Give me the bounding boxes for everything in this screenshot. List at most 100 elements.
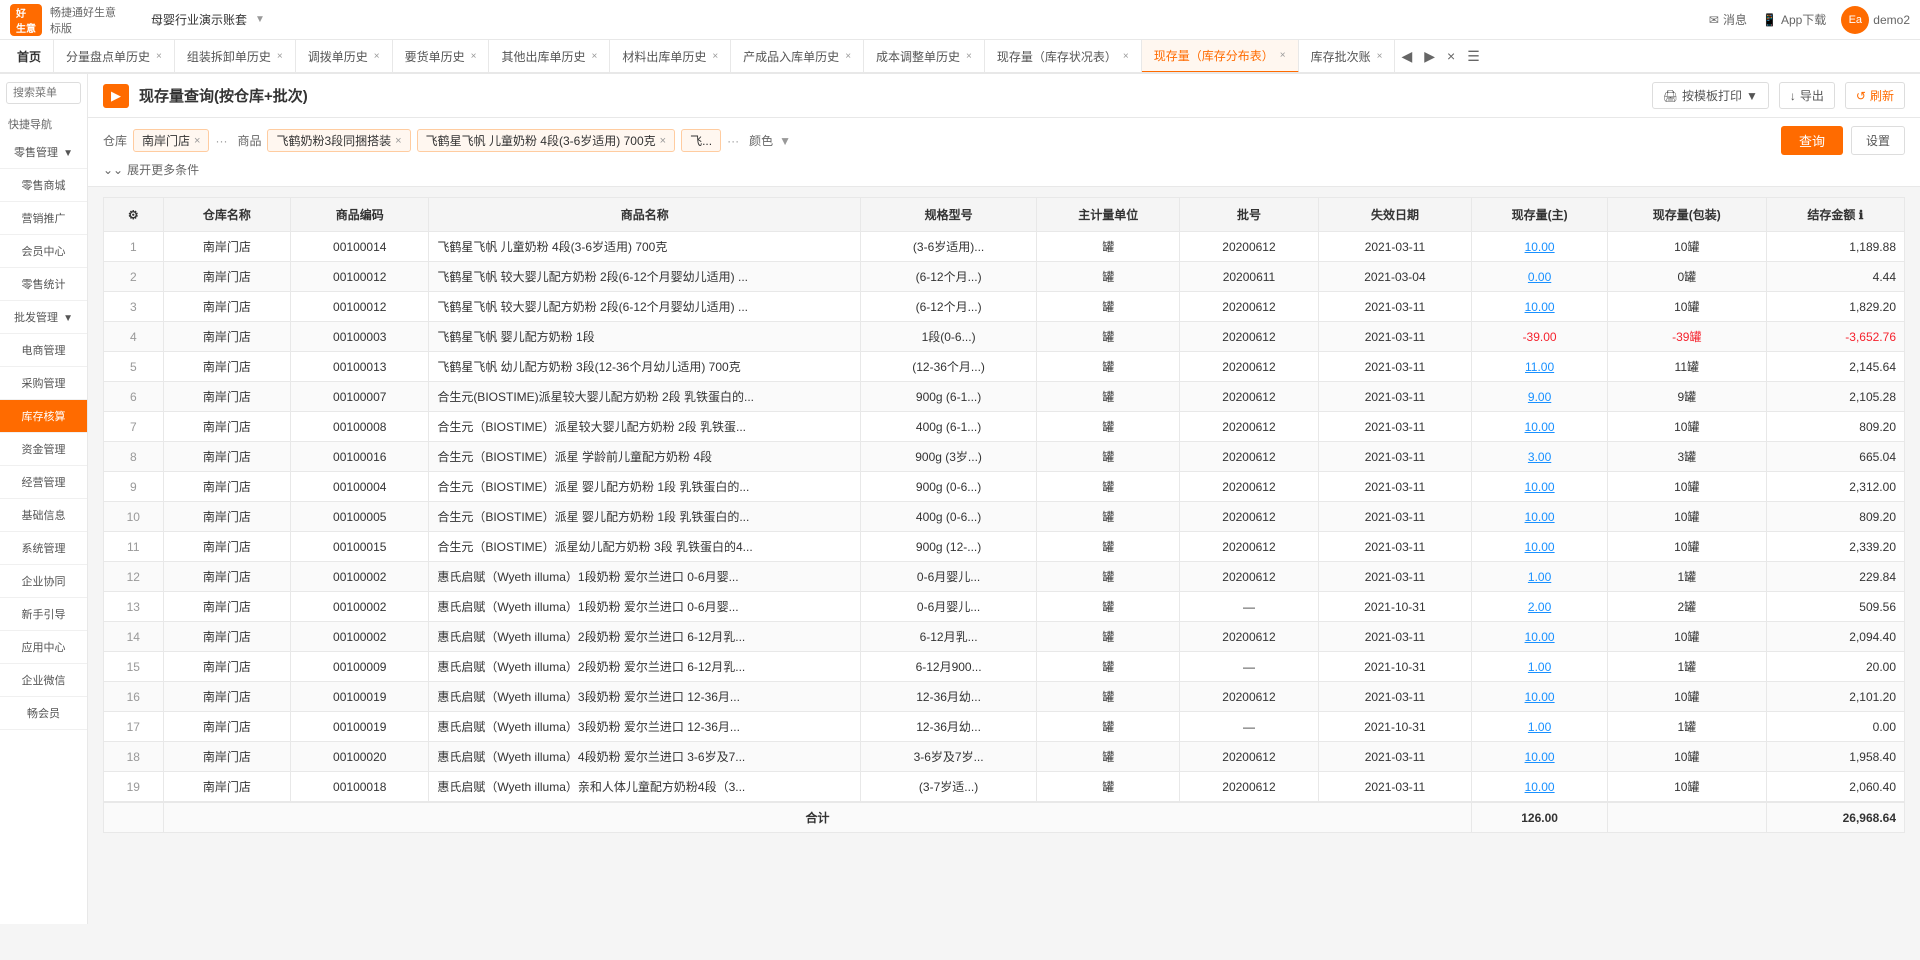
sidebar-item-system[interactable]: 系统管理 [0,532,87,565]
sidebar-item-member2[interactable]: 畅会员 [0,697,87,730]
sidebar-item-retail-mgmt[interactable]: 零售管理 ▼ [0,136,87,169]
refresh-btn[interactable]: ↺ 刷新 [1845,82,1905,109]
query-btn[interactable]: 查询 [1781,126,1843,155]
cell-spec: (12-36个月...) [861,352,1037,382]
export-btn[interactable]: ↓ 导出 [1779,82,1835,109]
sidebar-item-purchase[interactable]: 采购管理 [0,367,87,400]
sidebar-item-retail-shop[interactable]: 零售商城 [0,169,87,202]
tab-close-chanchengru[interactable]: × [845,51,851,62]
goods-label: 商品 [237,132,261,149]
sidebar-item-guide[interactable]: 新手引导 [0,598,87,631]
table-row: 16 南岸门店 00100019 惠氏启赋（Wyeth illuma）3段奶粉 … [104,682,1905,712]
cell-qty-main[interactable]: 10.00 [1472,532,1607,562]
sidebar-item-ecommerce[interactable]: 电商管理 [0,334,87,367]
cell-qty-main[interactable]: 0.00 [1472,262,1607,292]
tab-close-xianzailiang1[interactable]: × [1123,51,1129,62]
tab-next-btn[interactable]: ▶ [1418,48,1441,65]
sidebar-item-retail-stats[interactable]: 零售统计 [0,268,87,301]
filter-goods: 商品 飞鹤奶粉3段同捆搭装 × 飞鹤星飞帆 儿童奶粉 4段(3-6岁适用) 70… [237,129,739,152]
cell-qty-main[interactable]: 1.00 [1472,652,1607,682]
sidebar-item-member[interactable]: 会员中心 [0,235,87,268]
col-settings[interactable]: ⚙ [104,198,164,232]
cell-qty-main[interactable]: 10.00 [1472,622,1607,652]
message-btn[interactable]: ✉ 消息 [1709,11,1747,28]
tab-home[interactable]: 首页 [5,40,54,73]
sidebar-item-inventory[interactable]: 库存核算 [0,400,87,433]
tab-chengbenru[interactable]: 成本调整单历史 × [864,40,985,73]
goods-tag-1[interactable]: 飞鹤奶粉3段同捆搭装 × [267,129,410,152]
cell-qty-main[interactable]: 10.00 [1472,502,1607,532]
settings-btn[interactable]: 设置 [1851,126,1905,155]
filter-dots1[interactable]: ··· [215,134,227,148]
cell-qty-main[interactable]: 11.00 [1472,352,1607,382]
goods-tag-2-close[interactable]: × [660,135,666,147]
tab-kupi[interactable]: 库存批次账 × [1299,40,1396,73]
tab-cailiaochu[interactable]: 材料出库单历史 × [610,40,731,73]
cell-qty-main[interactable]: 3.00 [1472,442,1607,472]
sidebar-item-marketing[interactable]: 营销推广 [0,202,87,235]
tab-close-all-btn[interactable]: × [1441,48,1461,64]
cell-qty-main[interactable]: 10.00 [1472,682,1607,712]
cell-name: 合生元（BIOSTIME）派星 婴儿配方奶粉 1段 乳铁蛋白的... [429,502,861,532]
tab-xianzailiang2[interactable]: 现存量（库存分布表） × [1142,40,1299,73]
table-row: 3 南岸门店 00100012 飞鹤星飞帆 较大婴儿配方奶粉 2段(6-12个月… [104,292,1905,322]
tab-zuchai[interactable]: 组装拆卸单历史 × [175,40,296,73]
warehouse-tag[interactable]: 南岸门店 × [133,129,209,152]
cell-qty-main[interactable]: 10.00 [1472,742,1607,772]
tab-yaohuo[interactable]: 要货单历史 × [393,40,490,73]
user-area[interactable]: Ea demo2 [1841,6,1910,34]
cell-qty-main[interactable]: 1.00 [1472,712,1607,742]
tab-diaobao[interactable]: 调拨单历史 × [296,40,393,73]
cell-amount: 1,958.40 [1766,742,1904,772]
sidebar-item-appCenter[interactable]: 应用中心 [0,631,87,664]
tab-menu-btn[interactable]: ☰ [1461,48,1486,65]
filter-dots2[interactable]: ··· [727,134,739,148]
cell-qty-main[interactable]: 10.00 [1472,772,1607,803]
cell-warehouse: 南岸门店 [163,232,291,262]
expand-btn[interactable]: ▶ [103,84,129,108]
dropdown-label: 母婴行业演示账套 [151,11,247,28]
tab-prev-btn[interactable]: ◀ [1395,48,1418,65]
goods-tag-2[interactable]: 飞鹤星飞帆 儿童奶粉 4段(3-6岁适用) 700克 × [417,129,675,152]
tab-close-qitachu[interactable]: × [591,51,597,62]
cell-qty-main[interactable]: 10.00 [1472,232,1607,262]
dropdown-bar[interactable]: 母婴行业演示账套 ▼ [136,2,1709,38]
cell-num: 12 [104,562,164,592]
cell-qty-main[interactable]: 1.00 [1472,562,1607,592]
sidebar-item-wechat[interactable]: 企业微信 [0,664,87,697]
tab-close-cailiaochu[interactable]: × [712,51,718,62]
tab-close-zuchai[interactable]: × [277,51,283,62]
tab-close-xianzailiang2[interactable]: × [1280,50,1286,61]
tab-close-kupi[interactable]: × [1377,51,1383,62]
sidebar-nav-label[interactable]: 快捷导航 [0,112,87,136]
print-btn[interactable]: 🖨 按模板打印 ▼ [1652,82,1769,109]
cell-qty-main[interactable]: 9.00 [1472,382,1607,412]
tab-chanchengru[interactable]: 产成品入库单历史 × [731,40,864,73]
warehouse-tag-close[interactable]: × [194,135,200,147]
tab-xianzailiang1[interactable]: 现存量（库存状况表） × [985,40,1142,73]
table-footer-row: 合计 126.00 26,968.64 [104,802,1905,833]
goods-tag-1-close[interactable]: × [395,135,401,147]
search-input[interactable] [6,82,81,104]
cell-qty-main[interactable]: 10.00 [1472,412,1607,442]
app-download-btn[interactable]: 📱 App下载 [1762,11,1826,28]
tab-qitachu[interactable]: 其他出库单历史 × [489,40,610,73]
sidebar-item-basics[interactable]: 基础信息 [0,499,87,532]
sidebar-item-wholesale[interactable]: 批发管理 ▼ [0,301,87,334]
sidebar-item-operations[interactable]: 经营管理 [0,466,87,499]
color-dropdown-arrow[interactable]: ▼ [779,134,791,148]
expand-conditions[interactable]: ⌄⌄ 展开更多条件 [103,161,1905,178]
page-header: ▶ 现存量查询(按仓库+批次) 🖨 按模板打印 ▼ ↓ 导出 ↺ 刷新 [88,74,1920,118]
tab-close-chengbenru[interactable]: × [966,51,972,62]
sidebar-item-enterprise[interactable]: 企业协同 [0,565,87,598]
goods-tag-more[interactable]: 飞... [681,129,721,152]
cell-qty-main[interactable]: 10.00 [1472,472,1607,502]
cell-warehouse: 南岸门店 [163,592,291,622]
tab-fenpan[interactable]: 分量盘点单历史 × [54,40,175,73]
sidebar-item-finance[interactable]: 资金管理 [0,433,87,466]
tab-close-fenpan[interactable]: × [156,51,162,62]
tab-close-yaohuo[interactable]: × [471,51,477,62]
cell-qty-main[interactable]: 10.00 [1472,292,1607,322]
tab-close-diaobao[interactable]: × [374,51,380,62]
cell-qty-main[interactable]: 2.00 [1472,592,1607,622]
